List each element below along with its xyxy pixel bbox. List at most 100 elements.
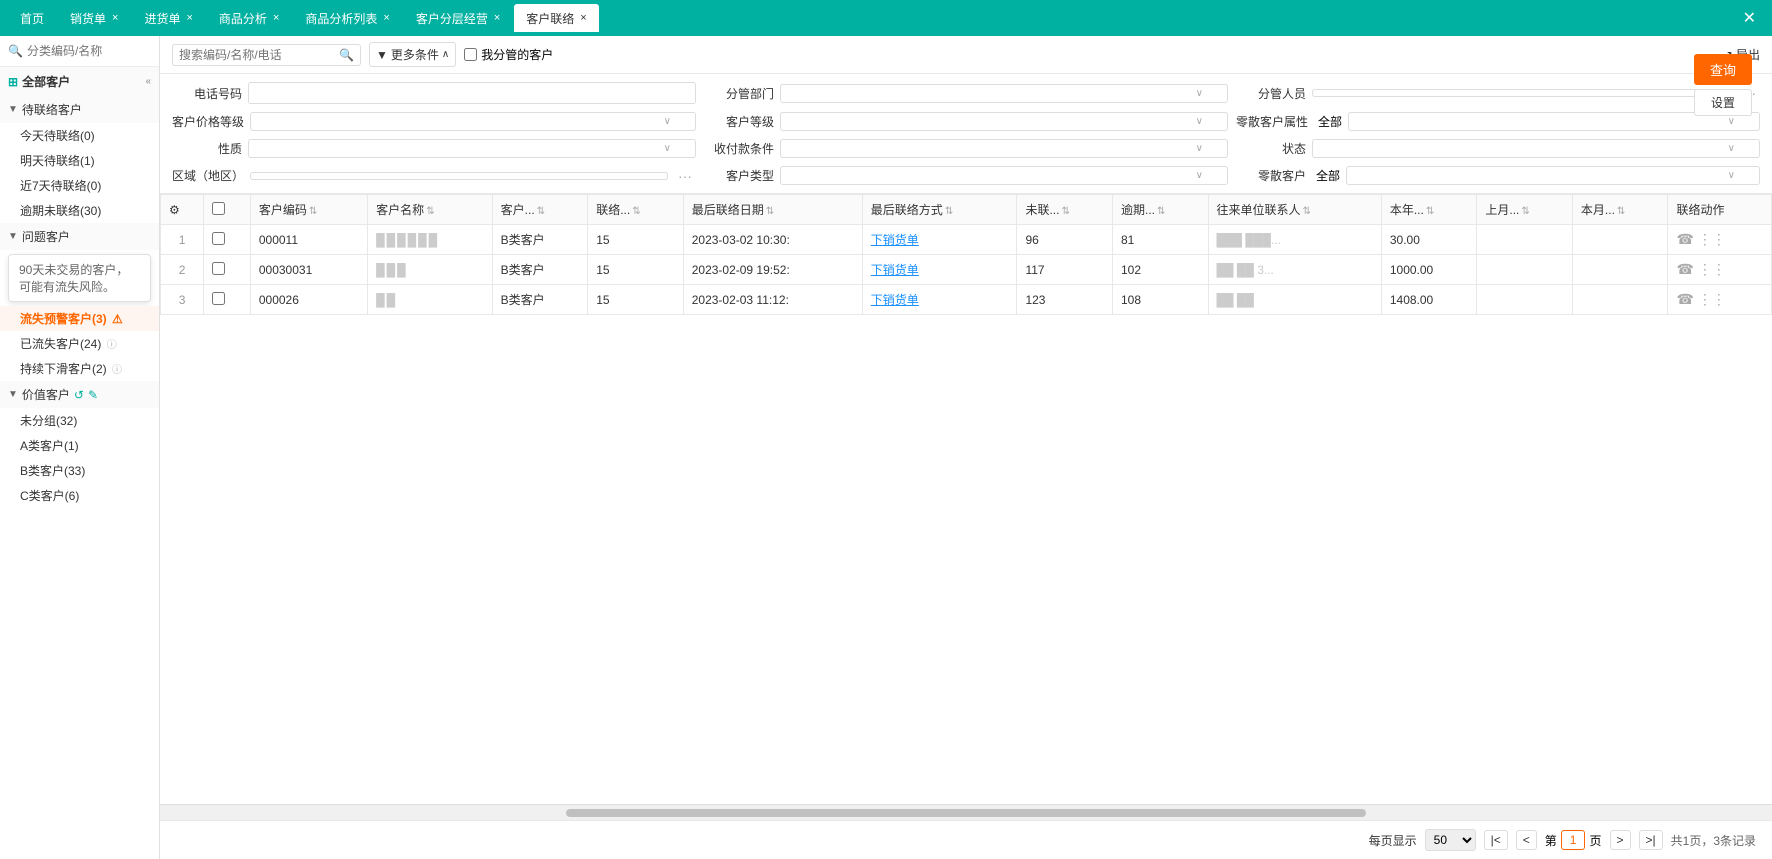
- action-more-icon[interactable]: ⋮⋮: [1698, 261, 1726, 278]
- tab-analysis-list[interactable]: 商品分析列表 ×: [293, 4, 401, 32]
- action-contact-icon[interactable]: ☎: [1676, 231, 1693, 248]
- col-name[interactable]: 客户名称⇅: [368, 195, 492, 225]
- sort-uncontacted: ⇅: [1061, 206, 1069, 217]
- col-last-month[interactable]: 上月...⇅: [1477, 195, 1573, 225]
- zero-customer-select[interactable]: ∨: [1346, 166, 1760, 185]
- filter-search-box: 🔍: [172, 44, 361, 66]
- lost-arrow: ▼: [8, 231, 18, 242]
- close-tab-analysis-list[interactable]: ×: [383, 12, 389, 24]
- sidebar-search-bar: 🔍: [0, 36, 159, 67]
- page-label-suffix: 页: [1589, 832, 1601, 849]
- sidebar-item-tomorrow-contact[interactable]: 明天待联络(1): [0, 148, 159, 173]
- horizontal-scrollbar[interactable]: [160, 804, 1772, 820]
- payment-select[interactable]: ∨: [780, 139, 1228, 158]
- col-contact[interactable]: 联络...⇅: [588, 195, 684, 225]
- close-tab-sales[interactable]: ×: [112, 12, 118, 24]
- value-customer-header[interactable]: ▼ 价值客户 ↺ ✎: [0, 381, 159, 408]
- sidebar-item-today-contact[interactable]: 今天待联络(0): [0, 123, 159, 148]
- action-contact-icon[interactable]: ☎: [1676, 261, 1693, 278]
- first-page-btn[interactable]: |<: [1484, 830, 1508, 850]
- tab-analysis[interactable]: 商品分析 ×: [207, 4, 291, 32]
- sidebar-item-declining[interactable]: 持续下滑客户(2) ⓘ: [0, 356, 159, 381]
- action-more-icon[interactable]: ⋮⋮: [1698, 231, 1726, 248]
- more-conditions-btn[interactable]: ▼ 更多条件 ∧: [369, 42, 456, 67]
- edit-icon[interactable]: ✎: [88, 388, 98, 402]
- col-uncontacted[interactable]: 未联...⇅: [1017, 195, 1113, 225]
- col-code[interactable]: 客户编码⇅: [250, 195, 367, 225]
- row-checkbox[interactable]: [204, 255, 251, 285]
- phone-input[interactable]: [248, 82, 696, 104]
- close-tab-analysis[interactable]: ×: [273, 12, 279, 24]
- row-uncontacted: 123: [1017, 285, 1113, 315]
- action-contact-icon[interactable]: ☎: [1676, 291, 1693, 308]
- tab-home[interactable]: 首页: [8, 4, 56, 32]
- tab-customer-contact[interactable]: 客户联络 ×: [514, 4, 598, 32]
- action-more-icon[interactable]: ⋮⋮: [1698, 291, 1726, 308]
- col-this-year[interactable]: 本年...⇅: [1381, 195, 1477, 225]
- next-page-btn[interactable]: >: [1610, 830, 1631, 850]
- select-all-checkbox[interactable]: [212, 202, 225, 215]
- last-page-btn[interactable]: >|: [1639, 830, 1663, 850]
- row-last-method[interactable]: 下销货单: [862, 225, 1017, 255]
- row-action: ☎ ⋮⋮: [1668, 225, 1772, 255]
- sidebar-search-input[interactable]: [27, 44, 160, 58]
- manager-select[interactable]: [1312, 89, 1732, 97]
- lost-customer-header[interactable]: ▼ 问题客户: [0, 223, 159, 250]
- row-last-month: [1477, 225, 1573, 255]
- col-this-month[interactable]: 本月...⇅: [1572, 195, 1668, 225]
- filter-search-icon[interactable]: 🔍: [339, 48, 354, 62]
- row-last-method[interactable]: 下销货单: [862, 255, 1017, 285]
- sidebar-search-icon: 🔍: [8, 44, 23, 58]
- refresh-icon[interactable]: ↺: [74, 388, 84, 402]
- filter-row-zero-customer: 零散客户 全部 ∨: [1236, 166, 1760, 185]
- query-button[interactable]: 查询: [1694, 54, 1752, 85]
- value-arrow: ▼: [8, 389, 18, 400]
- col-last-method[interactable]: 最后联络方式⇅: [862, 195, 1017, 225]
- all-customers-header[interactable]: ⊞ 全部客户 «: [0, 67, 159, 96]
- close-tab-customer-contact[interactable]: ×: [580, 12, 586, 24]
- col-checkbox[interactable]: [204, 195, 251, 225]
- sidebar-item-7day-contact[interactable]: 近7天待联络(0): [0, 173, 159, 198]
- tab-sales[interactable]: 销货单 ×: [58, 4, 130, 32]
- sidebar-item-churned[interactable]: 已流失客户(24) ⓘ: [0, 331, 159, 356]
- settings-button[interactable]: 设置: [1694, 89, 1752, 116]
- sidebar-item-a-class[interactable]: A类客户(1): [0, 433, 159, 458]
- close-tab-customer-tier[interactable]: ×: [494, 12, 500, 24]
- row-last-method[interactable]: 下销货单: [862, 285, 1017, 315]
- close-tab-purchase[interactable]: ×: [186, 12, 192, 24]
- pending-contact-header[interactable]: ▼ 待联络客户: [0, 96, 159, 123]
- customer-type-select[interactable]: ∨: [780, 166, 1228, 185]
- status-select[interactable]: ∨: [1312, 139, 1760, 158]
- sidebar-item-ungrouped[interactable]: 未分组(32): [0, 408, 159, 433]
- gender-select[interactable]: ∨: [248, 139, 696, 158]
- col-type[interactable]: 客户...⇅: [492, 195, 588, 225]
- sidebar-item-b-class[interactable]: B类客户(33): [0, 458, 159, 483]
- tab-customer-tier[interactable]: 客户分层经营 ×: [404, 4, 512, 32]
- close-window-btn[interactable]: ✕: [1735, 8, 1764, 28]
- prev-page-btn[interactable]: <: [1516, 830, 1537, 850]
- row-checkbox[interactable]: [204, 285, 251, 315]
- table-row: 2 00030031 ███ B类客户 15 2023-02-09 19:52:…: [161, 255, 1772, 285]
- dept-select[interactable]: ∨: [780, 84, 1228, 103]
- price-select[interactable]: ∨: [250, 112, 696, 131]
- region-select[interactable]: [250, 172, 668, 180]
- level-select[interactable]: ∨: [780, 112, 1228, 131]
- row-checkbox[interactable]: [204, 225, 251, 255]
- collapse-icon[interactable]: «: [145, 76, 151, 87]
- filter-search-input[interactable]: [179, 48, 339, 62]
- col-overdue[interactable]: 逾期...⇅: [1112, 195, 1208, 225]
- my-customers-check-input[interactable]: [464, 48, 477, 61]
- row-num: 3: [161, 285, 204, 315]
- per-page-select[interactable]: 50 100 200: [1425, 829, 1476, 851]
- region-more[interactable]: ···: [674, 168, 696, 184]
- col-settings[interactable]: ⚙: [161, 195, 204, 225]
- row-overdue: 102: [1112, 255, 1208, 285]
- sidebar-item-overdue-contact[interactable]: 逾期未联络(30): [0, 198, 159, 223]
- col-last-date[interactable]: 最后联络日期⇅: [683, 195, 862, 225]
- sidebar-item-c-class[interactable]: C类客户(6): [0, 483, 159, 508]
- col-past-contacts[interactable]: 往来单位联系人⇅: [1208, 195, 1381, 225]
- my-customers-checkbox[interactable]: 我分管的客户: [464, 46, 553, 63]
- tab-purchase[interactable]: 进货单 ×: [132, 4, 204, 32]
- sidebar-item-churn-warning[interactable]: 流失预警客户(3) ⚠: [0, 306, 159, 331]
- scroll-thumb[interactable]: [566, 809, 1366, 817]
